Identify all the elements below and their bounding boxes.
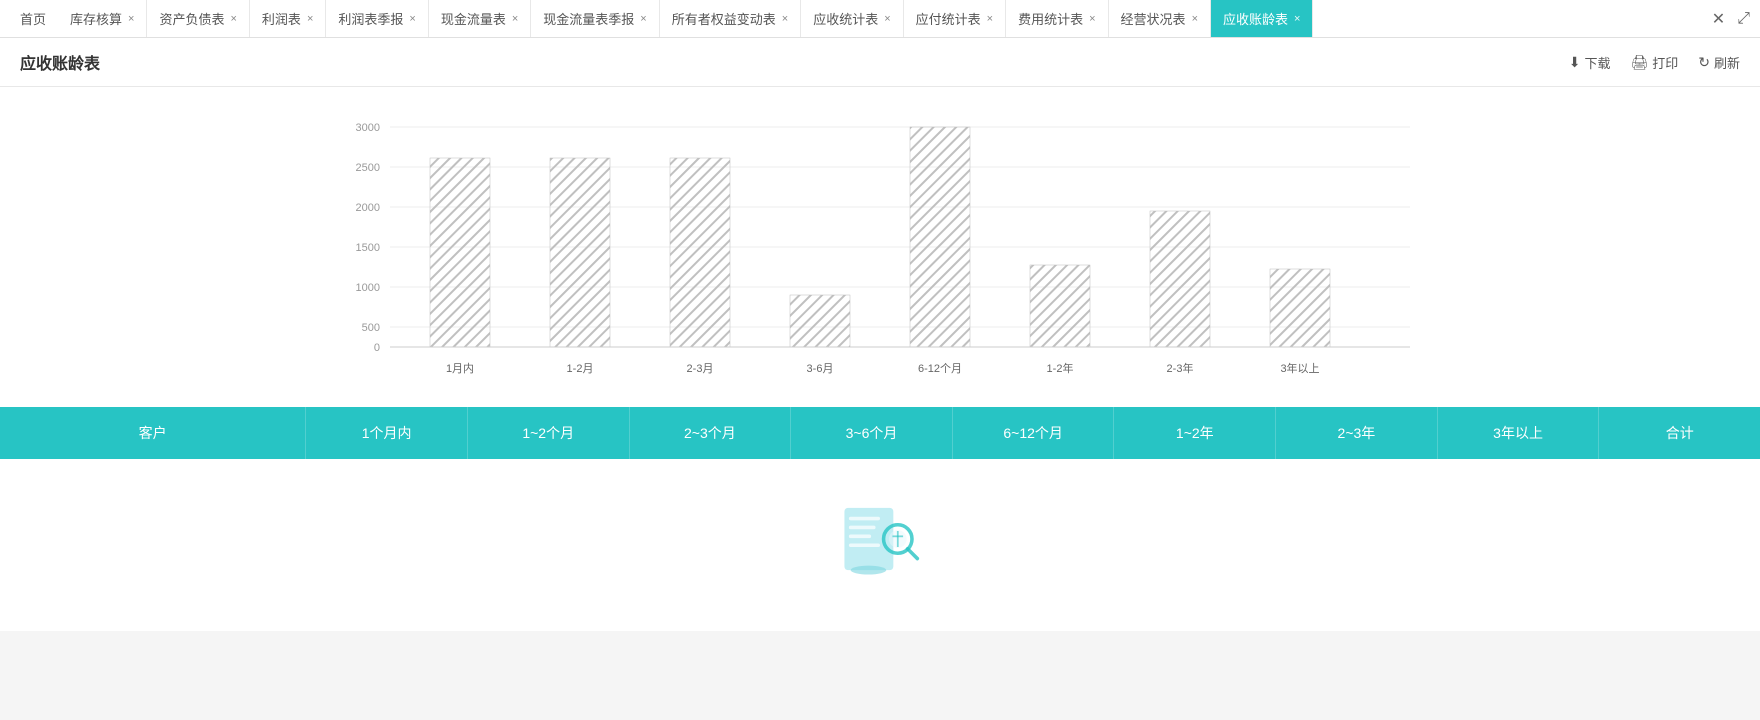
tab-close-payables-stat[interactable]: × <box>987 13 993 25</box>
col-customer: 客户 <box>0 407 306 459</box>
col-6-12month: 6~12个月 <box>953 407 1115 459</box>
header-actions: ⬇ 下载 🖨 打印 ↻ 刷新 <box>1569 53 1740 72</box>
tab-ar-aging[interactable]: 应收账龄表 × <box>1211 0 1313 38</box>
download-icon: ⬇ <box>1569 54 1581 71</box>
col-1month: 1个月内 <box>306 407 468 459</box>
tab-close-cashflow-quarterly[interactable]: × <box>640 13 646 25</box>
col-1-2year: 1~2年 <box>1114 407 1276 459</box>
svg-text:1-2月: 1-2月 <box>567 363 594 375</box>
bar-chart: 0 500 1000 1500 2000 2500 3000 1月内 <box>330 107 1430 387</box>
col-1-2month: 1~2个月 <box>468 407 630 459</box>
empty-state <box>0 459 1760 631</box>
tab-equity-changes[interactable]: 所有者权益变动表 × <box>660 0 801 38</box>
svg-text:1500: 1500 <box>356 242 380 254</box>
close-window-icon[interactable]: ✕ <box>1710 7 1727 31</box>
refresh-icon: ↻ <box>1698 54 1710 71</box>
tab-expense-stat[interactable]: 费用统计表 × <box>1006 0 1108 38</box>
chart-container: 0 500 1000 1500 2000 2500 3000 1月内 <box>40 107 1720 387</box>
tab-close-profit-quarterly[interactable]: × <box>409 13 415 25</box>
page-header: 应收账龄表 ⬇ 下载 🖨 打印 ↻ 刷新 <box>0 38 1760 87</box>
tab-close-balance-sheet[interactable]: × <box>230 13 236 25</box>
tab-close-ar-aging[interactable]: × <box>1294 13 1300 25</box>
tab-receivables-stat[interactable]: 应收统计表 × <box>801 0 903 38</box>
chart-area: 0 500 1000 1500 2000 2500 3000 1月内 <box>0 87 1760 407</box>
col-total: 合计 <box>1599 407 1760 459</box>
tab-close-inventory[interactable]: × <box>128 13 134 25</box>
main-content: 0 500 1000 1500 2000 2500 3000 1月内 <box>0 87 1760 631</box>
print-button[interactable]: 🖨 打印 <box>1630 53 1678 72</box>
svg-text:2-3年: 2-3年 <box>1167 361 1194 375</box>
svg-text:6-12个月: 6-12个月 <box>918 362 962 375</box>
tab-cashflow[interactable]: 现金流量表 × <box>429 0 531 38</box>
svg-text:2-3月: 2-3月 <box>687 363 714 375</box>
svg-text:500: 500 <box>362 322 380 334</box>
page-title: 应收账龄表 <box>20 50 100 74</box>
col-2-3month: 2~3个月 <box>630 407 792 459</box>
table-header: 客户 1个月内 1~2个月 2~3个月 3~6个月 6~12个月 1~2年 2~… <box>0 407 1760 459</box>
svg-text:2000: 2000 <box>356 202 380 214</box>
tab-inventory[interactable]: 库存核算 × <box>58 0 147 38</box>
tab-home[interactable]: 首页 <box>8 0 58 38</box>
tab-balance-sheet[interactable]: 资产负债表 × <box>147 0 249 38</box>
tab-close-operating-status[interactable]: × <box>1192 13 1198 25</box>
tab-close-cashflow[interactable]: × <box>512 13 518 25</box>
tab-profit-quarterly[interactable]: 利润表季报 × <box>326 0 428 38</box>
svg-text:3年以上: 3年以上 <box>1280 361 1319 375</box>
tab-close-profit-loss[interactable]: × <box>307 13 313 25</box>
tab-payables-stat[interactable]: 应付统计表 × <box>904 0 1006 38</box>
tab-close-expense-stat[interactable]: × <box>1089 13 1095 25</box>
svg-text:0: 0 <box>374 342 380 354</box>
svg-text:1月内: 1月内 <box>446 361 474 375</box>
tab-profit-loss[interactable]: 利润表 × <box>250 0 326 38</box>
col-3year-plus: 3年以上 <box>1438 407 1600 459</box>
col-2-3year: 2~3年 <box>1276 407 1438 459</box>
refresh-button[interactable]: ↻ 刷新 <box>1698 53 1740 72</box>
empty-state-icon <box>830 499 930 579</box>
print-icon: 🖨 <box>1630 54 1648 71</box>
svg-text:1-2年: 1-2年 <box>1047 361 1074 375</box>
svg-text:1000: 1000 <box>356 282 380 294</box>
download-button[interactable]: ⬇ 下载 <box>1569 53 1611 72</box>
window-controls: ✕ ⤢ <box>1710 7 1752 31</box>
svg-text:2500: 2500 <box>356 162 380 174</box>
tab-cashflow-quarterly[interactable]: 现金流量表季报 × <box>531 0 659 38</box>
maximize-window-icon[interactable]: ⤢ <box>1735 8 1752 30</box>
tab-bar: 首页 库存核算 × 资产负债表 × 利润表 × 利润表季报 × 现金流量表 × … <box>0 0 1760 38</box>
tab-close-receivables-stat[interactable]: × <box>884 13 890 25</box>
tab-close-equity-changes[interactable]: × <box>782 13 788 25</box>
tab-operating-status[interactable]: 经营状况表 × <box>1109 0 1211 38</box>
col-3-6month: 3~6个月 <box>791 407 953 459</box>
svg-text:3000: 3000 <box>356 122 380 134</box>
svg-text:3-6月: 3-6月 <box>807 363 834 375</box>
